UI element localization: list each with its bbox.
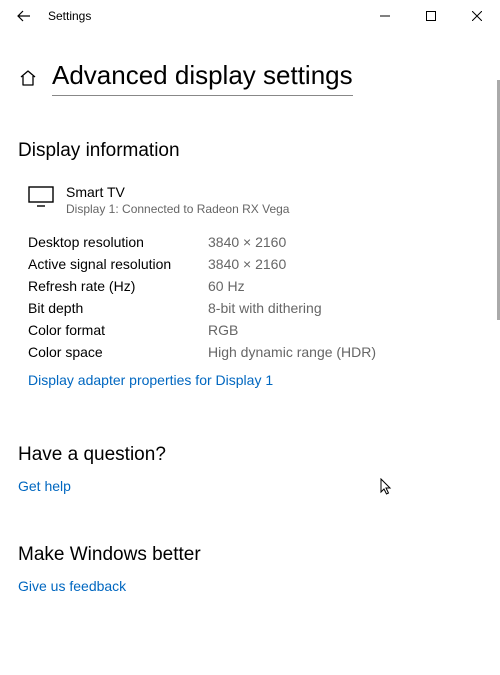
prop-value: 3840 × 2160: [208, 234, 286, 250]
back-button[interactable]: [8, 0, 40, 32]
minimize-icon: [380, 11, 390, 21]
prop-row: Bit depth 8-bit with dithering: [28, 300, 482, 316]
display-device-name: Smart TV: [66, 184, 289, 200]
prop-row: Color format RGB: [28, 322, 482, 338]
adapter-properties-link[interactable]: Display adapter properties for Display 1: [28, 372, 273, 388]
prop-label: Desktop resolution: [28, 234, 208, 250]
feedback-heading: Make Windows better: [18, 544, 482, 566]
monitor-icon: [28, 186, 54, 213]
prop-label: Bit depth: [28, 300, 208, 316]
display-device-info: Smart TV Display 1: Connected to Radeon …: [66, 184, 289, 216]
prop-value: 60 Hz: [208, 278, 245, 294]
window-title: Settings: [48, 9, 362, 23]
get-help-link[interactable]: Get help: [18, 478, 71, 494]
header-row: Advanced display settings: [18, 60, 482, 96]
prop-value: High dynamic range (HDR): [208, 344, 376, 360]
prop-label: Refresh rate (Hz): [28, 278, 208, 294]
window-controls: [362, 0, 500, 32]
prop-row: Active signal resolution 3840 × 2160: [28, 256, 482, 272]
display-device: Smart TV Display 1: Connected to Radeon …: [28, 184, 482, 216]
prop-value: 3840 × 2160: [208, 256, 286, 272]
home-button[interactable]: [18, 68, 38, 88]
prop-label: Active signal resolution: [28, 256, 208, 272]
prop-value: RGB: [208, 322, 238, 338]
prop-label: Color format: [28, 322, 208, 338]
maximize-button[interactable]: [408, 0, 454, 32]
titlebar: Settings: [0, 0, 500, 32]
close-button[interactable]: [454, 0, 500, 32]
prop-row: Color space High dynamic range (HDR): [28, 344, 482, 360]
close-icon: [472, 11, 482, 21]
display-info-heading: Display information: [18, 140, 482, 162]
prop-row: Refresh rate (Hz) 60 Hz: [28, 278, 482, 294]
arrow-left-icon: [16, 8, 32, 24]
minimize-button[interactable]: [362, 0, 408, 32]
display-device-sub: Display 1: Connected to Radeon RX Vega: [66, 202, 289, 216]
prop-row: Desktop resolution 3840 × 2160: [28, 234, 482, 250]
home-icon: [19, 69, 37, 87]
page-title: Advanced display settings: [52, 60, 353, 96]
question-heading: Have a question?: [18, 444, 482, 466]
content-area: Advanced display settings Display inform…: [0, 32, 500, 675]
maximize-icon: [426, 11, 436, 21]
prop-value: 8-bit with dithering: [208, 300, 322, 316]
prop-label: Color space: [28, 344, 208, 360]
feedback-link[interactable]: Give us feedback: [18, 578, 126, 594]
